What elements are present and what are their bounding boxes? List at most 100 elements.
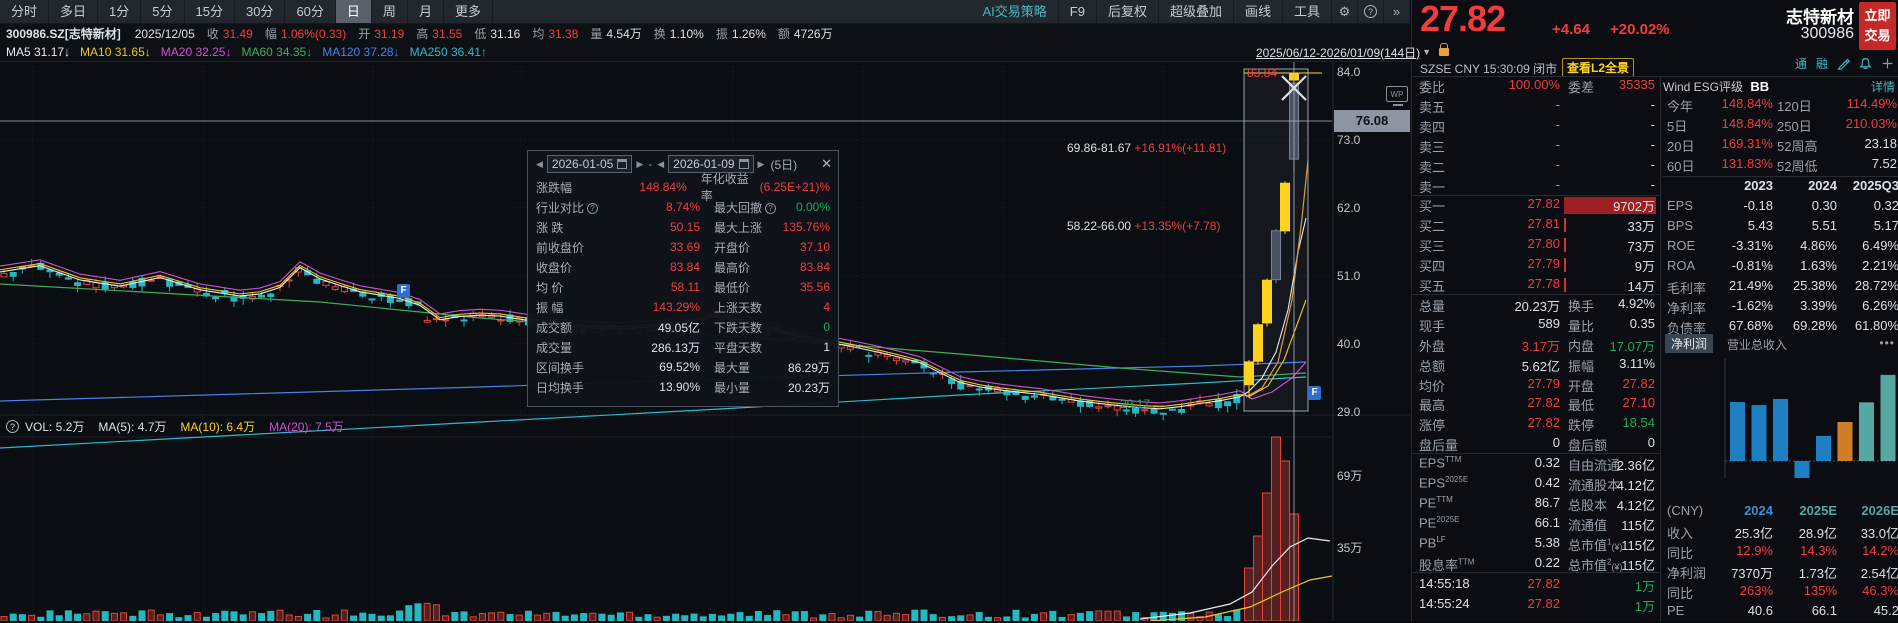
date-range-label[interactable]: 2025/06/12-2026/01/09(144日) (1256, 44, 1420, 61)
period-tab-5分[interactable]: 5分 (141, 0, 185, 23)
field-label-开: 开 (358, 27, 371, 41)
range-stat-row: 区间换手 69.52% 最大量 86.29万 (536, 360, 830, 375)
toolbar-item-F9[interactable]: F9 (1059, 0, 1097, 23)
quote-row: PBLF 5.38 总市值1(¥) 115亿 (1419, 534, 1655, 553)
range-stat-row: 行业对比? 8.74% 最大回撤? 0.00% (536, 200, 830, 215)
crosshair-price-box: 76.08 (1334, 110, 1410, 132)
toolbar-item-画线[interactable]: 画线 (1234, 0, 1283, 23)
next-date-icon[interactable]: ▶ (758, 159, 765, 170)
period-tab-30分[interactable]: 30分 (235, 0, 286, 23)
order-book-row: 卖三 - - (1419, 136, 1655, 155)
close-icon[interactable]: ✕ (821, 156, 832, 172)
range-span-label: (5日) (770, 157, 798, 172)
calendar-icon (738, 159, 749, 169)
field-value-幅: 1.06%(0.33) (280, 27, 347, 41)
quote-row: EPSTTM 0.32 自由流通 2.36亿 (1419, 455, 1655, 474)
period-tab-周[interactable]: 周 (372, 0, 408, 23)
volume-legend-item: VOL: 5.2万 (25, 420, 85, 434)
bell-icon[interactable] (1859, 57, 1872, 70)
date-separator: - (648, 157, 653, 171)
quote-detail-panel: 27.82 +4.64 +20.02% 志特新材 300986 立即 交易 SZS… (1411, 0, 1898, 621)
ma-legend-MA250: MA250 36.41↑ (409, 45, 487, 59)
field-value-量: 4.54万 (606, 27, 642, 41)
period-tab-日[interactable]: 日 (335, 0, 372, 23)
help-icon[interactable]: ? (1358, 0, 1384, 23)
quote-row: 总额 5.62亿 振幅 3.11% (1419, 355, 1655, 374)
detail-link[interactable]: 详情 (1871, 78, 1895, 95)
quote-row: 外盘 3.17万 内盘 17.07万 (1419, 338, 1655, 354)
field-value-振: 1.26% (731, 27, 766, 41)
field-value-开: 31.19 (374, 27, 405, 41)
order-book-row: 买一 27.82 9702万 (1419, 196, 1656, 215)
chart-period-toolbar: 分时 多日 1分 5分 15分 30分 60分日周月更多 AI交易策略 F9 后复权 超级叠加 画线工… (0, 0, 1410, 24)
quote-info-bar: 300986.SZ[志特新材] 2025/12/05 收 31.49 幅 1.06%(… (0, 24, 1410, 43)
price-axis-tick: 29.0 (1337, 405, 1361, 419)
quote-row: PE2025E 66.1 流通值 115亿 (1419, 514, 1655, 533)
toolbar-more-icon[interactable]: » (1384, 0, 1410, 23)
esg-rating: BB (1750, 79, 1770, 94)
volume-legend-item: MA(5): 4.7万 (98, 420, 167, 434)
trade-now-button[interactable]: 立即 交易 (1859, 2, 1896, 50)
calendar-icon (617, 159, 628, 169)
period-tab-更多[interactable]: 更多 (444, 0, 493, 23)
quote-row: 总量 20.23万 换手 4.92% (1419, 295, 1655, 314)
toolbar-item-超级叠加[interactable]: 超级叠加 (1159, 0, 1234, 23)
order-book-row: 卖一 - - (1419, 176, 1655, 195)
toolbar-item-AI交易策略[interactable]: AI交易策略 (971, 0, 1059, 23)
forecast-row: PE 40.6 66.1 45.2 (1667, 603, 1898, 618)
more-tabs-icon[interactable]: ••• (1879, 336, 1895, 350)
date-range-selector[interactable]: 2025/06/12-2026/01/09(144日) ▼ (1256, 43, 1506, 61)
chevron-down-icon[interactable]: ▼ (1422, 47, 1431, 57)
field-value-收: 31.49 (222, 27, 253, 41)
dividend-event-marker[interactable]: F (1308, 386, 1321, 400)
volume-legend-item: MA(20): 7.5万 (269, 420, 344, 434)
financial-row: ROA -0.81% 1.63% 2.21% (1667, 258, 1898, 273)
price-change: +4.64 (1552, 21, 1590, 38)
wind-return-row: 5日 148.84% 250日 210.03% (1667, 116, 1897, 134)
lock-icon[interactable] (1439, 43, 1450, 56)
range-stat-row: 成交量 286.13万 平盘天数 1 (536, 340, 830, 355)
forecast-row: 净利润 7370万 1.73亿 2.54亿 (1667, 566, 1898, 581)
price-axis-tick: 62.0 (1337, 201, 1361, 215)
start-date-picker[interactable]: 2026-01-05 (546, 155, 633, 173)
add-icon[interactable] (1881, 57, 1894, 70)
field-label-收: 收 (206, 27, 219, 41)
financial-table-header: 2023 2024 2025Q3 (1744, 178, 1898, 193)
l2-panorama-link[interactable]: 查看L2全景 (1562, 58, 1635, 77)
period-tab-15分[interactable]: 15分 (185, 0, 235, 23)
ma-legend-MA10: MA10 31.65↓ (80, 45, 151, 59)
low-price-label: 29.17 — (1120, 397, 1164, 411)
field-value-换: 1.10% (669, 27, 704, 41)
wind-terminal-window: 分时 多日 1分 5分 15分 30分 60分日周月更多 AI交易策略 F9 后复权 超级叠加 画线工… (0, 0, 1898, 621)
stock-code-label: 300986.SZ[志特新材] (6, 27, 121, 41)
period-tab-月[interactable]: 月 (408, 0, 444, 23)
financial-row: ROE -3.31% 4.86% 6.49% (1667, 238, 1898, 253)
financial-row: EPS -0.18 0.30 0.32 (1667, 198, 1898, 213)
prev-date-icon[interactable]: ◀ (657, 159, 664, 170)
dividend-event-marker[interactable]: F (397, 284, 410, 298)
toolbar-item-后复权[interactable]: 后复权 (1097, 0, 1159, 23)
period-tab-1分[interactable]: 1分 (98, 0, 142, 23)
tab-net-profit[interactable]: 净利润 (1665, 334, 1714, 353)
financial-row: 毛利率 21.49% 25.38% 28.72% (1667, 278, 1898, 296)
edit-icon[interactable] (1837, 57, 1850, 70)
gear-icon[interactable]: ⚙ (1332, 0, 1358, 23)
help-icon[interactable]: ? (6, 420, 19, 433)
range-stats-header: ◀ 2026-01-05 ▶ - ◀ 2026-01-09 ▶ (5日) ✕ (528, 151, 838, 177)
high-price-label: 83.84 (1247, 66, 1278, 80)
forecast-row: 同比 263% 135% 46.3% (1667, 583, 1898, 601)
wind-pc-icon[interactable]: WP (1386, 86, 1410, 112)
field-label-换: 换 (653, 27, 666, 41)
toolbar-item-工具[interactable]: 工具 (1283, 0, 1332, 23)
ma-legend-MA5: MA5 31.17↓ (6, 45, 71, 59)
period-tab-60分[interactable]: 60分 (285, 0, 336, 23)
next-date-icon[interactable]: ▶ (636, 159, 643, 170)
exchange-status-line: SZSE CNY 15:30:09 闭市 (1420, 62, 1558, 76)
prev-date-icon[interactable]: ◀ (536, 159, 543, 170)
ma-legend-bar: MA5 31.17↓ MA10 31.65↓ MA20 32.25↓ MA60 34.… (0, 43, 1410, 62)
period-tab-分时[interactable]: 分时 (0, 0, 50, 23)
last-price: 27.82 (1420, 0, 1506, 39)
tab-total-revenue[interactable]: 营业总收入 (1727, 336, 1787, 353)
period-tab-多日[interactable]: 多日 (49, 0, 99, 23)
forecast-row: 同比 12.9% 14.3% 14.2% (1667, 543, 1898, 561)
